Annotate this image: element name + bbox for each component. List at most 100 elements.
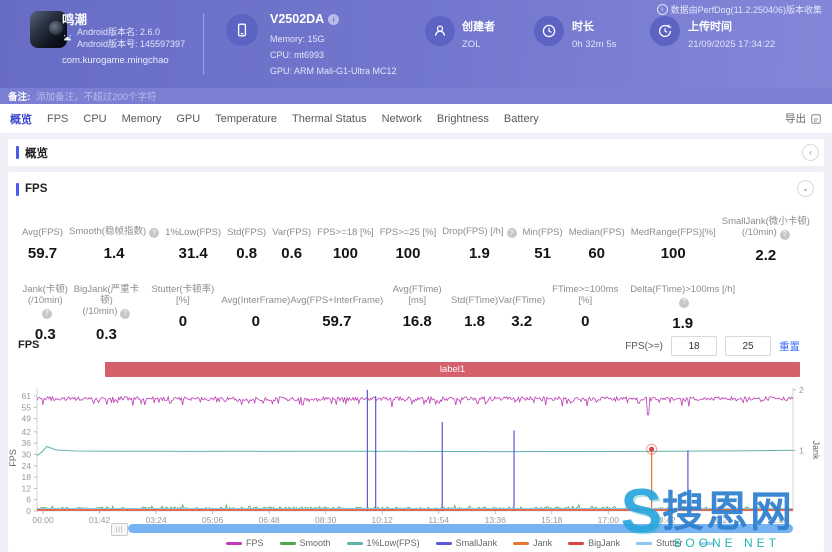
legend-label: SmallJank [455,538,498,548]
svg-text:18: 18 [22,472,32,482]
watermark-row: S 搜恩网 [620,477,794,546]
remark-placeholder: 添加备注，不超过200个字符 [36,92,157,103]
fps-stat: FPS>=25 [%] 100 [380,216,437,264]
stat-value: 2.2 [755,246,777,264]
export-label: 导出 [785,113,806,125]
legend-item[interactable]: SmallJank [435,538,498,548]
fps-stat: Var(FPS) 0.6 [272,216,311,264]
stat-value: 16.8 [402,313,432,330]
android-version-name: Android版本名: 2.6.0 [77,27,161,37]
info-icon: i [656,4,668,15]
fps-stat: 1%Low(FPS) 31.4 [165,216,221,264]
legend-label: Jank [533,538,553,548]
threshold-input-2[interactable] [725,336,771,356]
fps-stat: Avg(FPS) 59.7 [22,216,63,264]
person-icon [434,25,446,36]
label1-text: label1 [439,364,466,375]
stat-value: 59.7 [27,245,58,262]
legend-item[interactable]: BigJank [568,538,620,548]
tab-概览[interactable]: 概览 [10,111,32,127]
legend-color-dash [513,541,530,545]
android-icon [63,34,72,40]
svg-text:15:18: 15:18 [541,515,563,524]
svg-text:36: 36 [22,438,32,448]
help-icon[interactable]: ? [779,229,790,240]
perfdog-report-app: i 数据由PerfDog(11.2.250406)版本收集 鸣潮 Android… [0,0,832,552]
tab-thermal-status[interactable]: Thermal Status [292,113,367,125]
fps-panel-title: FPS [25,183,48,195]
stat-value: 0 [581,313,590,330]
tab-battery[interactable]: Battery [504,113,539,125]
fps-stats-row-2: Jank(卡顿) (/10min)? 0.3 BigJank(严重卡顿) (/10m… [8,284,754,343]
fps-stat: Std(FTime) 1.8 [451,284,498,343]
legend-color-dash [226,541,242,545]
collapse-left-button[interactable]: ‹ [802,144,819,161]
header: i 数据由PerfDog(11.2.250406)版本收集 鸣潮 Android… [0,0,832,88]
stat-label: Var(FTime) [498,295,546,306]
fps-stats-row-1: Avg(FPS) 59.7 Smooth(稳帧指数)? 1.4 1%Low(FP… [8,216,824,264]
stat-value: 51 [534,245,551,262]
stat-label: BigJank(严重卡顿) (/10min)? [73,284,140,319]
svg-text:24: 24 [22,461,32,471]
tab-cpu[interactable]: CPU [83,113,106,125]
tab-fps[interactable]: FPS [47,113,68,125]
svg-text:13:36: 13:36 [485,515,507,524]
threshold-input-1[interactable] [671,336,717,356]
watermark-en-text: SOONE NET [673,536,780,550]
stat-label: Avg(FPS+InterFrame) [290,295,384,306]
svg-text:0: 0 [26,506,31,516]
fps-stat: Avg(FPS+InterFrame) 59.7 [290,284,383,343]
fps-stat: SmallJank(微小卡顿) (/10min)? 2.2 [722,216,810,264]
site-watermark: S 搜恩网 SOONE NET [620,477,794,552]
stat-value: 100 [395,245,421,262]
svg-text:11:54: 11:54 [428,515,449,524]
tab-gpu[interactable]: GPU [176,113,200,125]
stat-label: Avg(FTime) [ms] [392,284,442,306]
fps-stat: Stutter(卡顿率) [%] 0 [144,284,221,343]
chart-label1-band[interactable]: label1 [105,362,800,377]
upload-label: 上传时间 [688,21,732,33]
legend-item[interactable]: Smooth [279,538,331,548]
tab-brightness[interactable]: Brightness [437,113,489,125]
stat-label: Delta(FTime)>100ms [/h]? [630,284,736,308]
device-info-icon[interactable]: i [328,13,340,25]
panel-collapse-button[interactable]: ⌄ [797,180,814,197]
stat-label: Var(FPS) [272,227,312,238]
stat-label: MedRange(FPS)[%] [630,227,716,238]
svg-text:01:42: 01:42 [89,515,111,524]
app-package: com.kurogame.mingchao [62,55,169,66]
legend-item[interactable]: 1%Low(FPS) [346,538,420,548]
help-icon[interactable]: ? [506,228,517,238]
legend-item[interactable]: Jank [513,538,552,548]
fps-stat: Avg(FTime) [ms] 16.8 [383,284,451,343]
help-icon[interactable]: ? [149,228,160,238]
tab-memory[interactable]: Memory [122,113,162,125]
watermark-logo: S [620,477,662,546]
scrollbar-handle[interactable]: ||| [111,523,128,536]
stat-label: Std(FTime) [451,295,499,306]
creator-icon-circle [425,16,455,46]
legend-label: Smooth [299,538,331,548]
tab-temperature[interactable]: Temperature [215,113,277,125]
help-icon[interactable]: ? [120,308,131,319]
legend-item[interactable]: FPS [226,538,264,548]
stat-label: Avg(FPS) [22,227,64,238]
svg-text:6: 6 [26,495,31,505]
app-name: 鸣潮 [62,13,88,27]
export-button[interactable]: 导出 [785,111,822,126]
help-icon[interactable]: ? [679,297,690,308]
fps-stat: Delta(FTime)>100ms [/h]? 1.9 [625,284,740,343]
help-icon[interactable]: ? [41,308,52,319]
overview-card: 概览 ‹ [8,139,824,166]
stat-label: FPS>=25 [%] [379,227,437,238]
remark-bar[interactable]: 备注: 添加备注，不超过200个字符 [0,88,832,104]
device-icon-circle [226,14,258,46]
tab-network[interactable]: Network [382,113,422,125]
duration-value: 0h 32m 5s [572,39,617,50]
threshold-controls: FPS(>=) 重置 [625,336,800,356]
svg-text:12: 12 [22,483,32,493]
stat-value: 60 [588,245,606,262]
stat-value: 0 [178,313,188,330]
reset-link[interactable]: 重置 [779,339,800,354]
svg-text:06:48: 06:48 [259,515,281,524]
